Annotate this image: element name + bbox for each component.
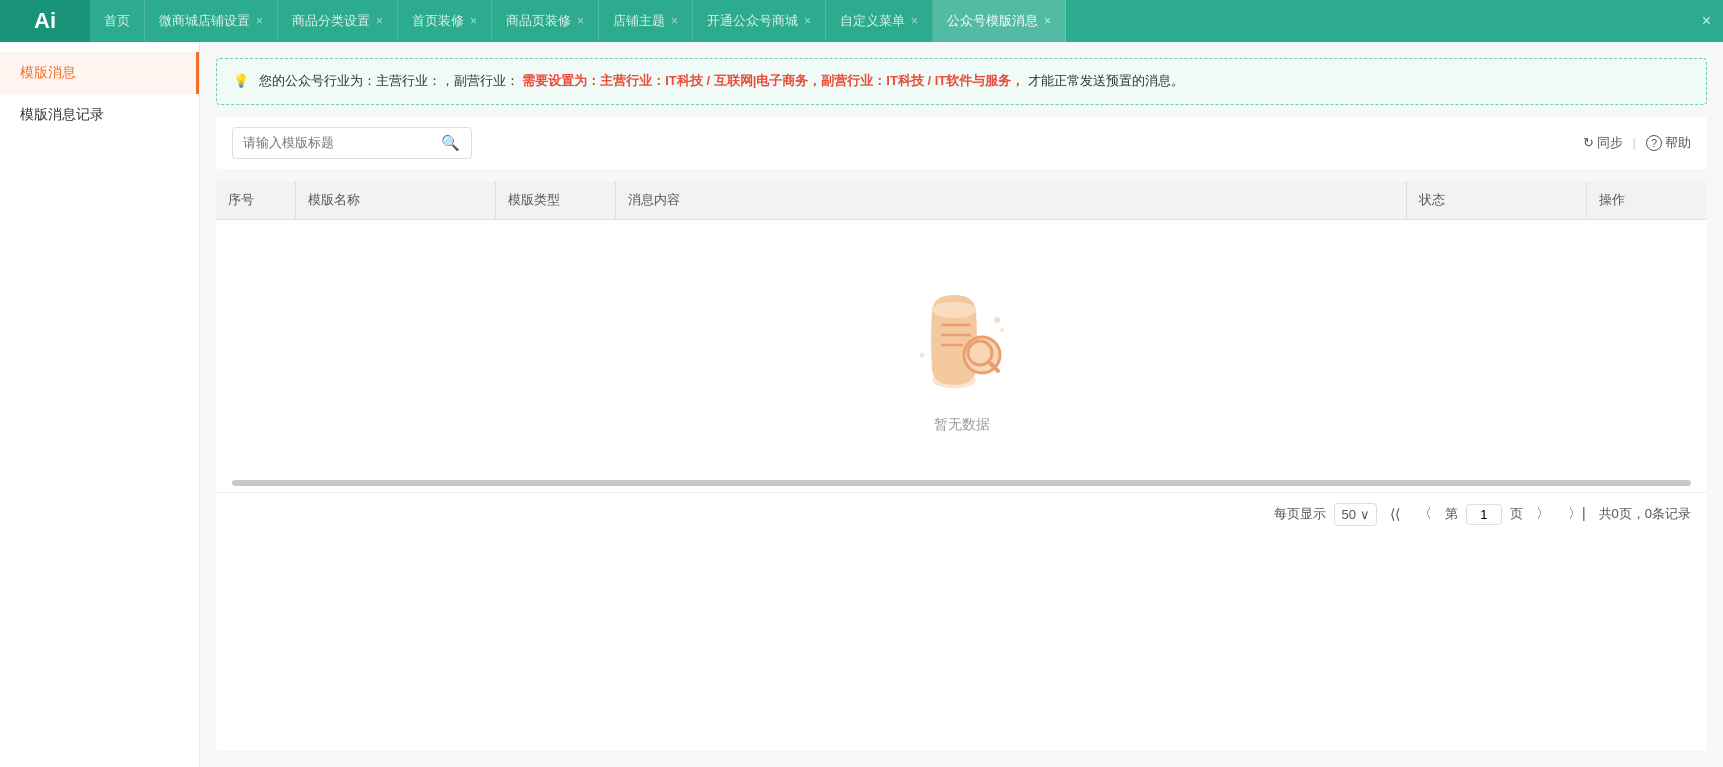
col-name: 模版名称 [296,181,496,219]
toolbar-divider: | [1633,135,1636,150]
prev-page-button[interactable]: 〈 [1413,503,1437,525]
svg-point-10 [919,352,924,357]
tab-template-message-label: 公众号模版消息 [947,12,1038,30]
sidebar: 模版消息 模版消息记录 [0,42,200,767]
notice-prefix: 您的公众号行业为：主营行业：，副营行业： [259,73,519,88]
tab-custom-menu-label: 自定义菜单 [840,12,905,30]
tab-home-label: 首页 [104,12,130,30]
col-status: 状态 [1407,181,1587,219]
svg-point-9 [1000,328,1004,332]
tab-home[interactable]: 首页 [90,0,145,42]
page-size-chevron: ∨ [1360,507,1370,522]
app-logo: Ai [0,0,90,42]
tab-template-message[interactable]: 公众号模版消息 × [933,0,1066,42]
search-input-wrap: 🔍 [232,127,472,159]
tab-product-decoration-close[interactable]: × [577,14,584,28]
sidebar-item-template-msg-label: 模版消息 [20,64,76,80]
toolbar-right: ↻ 同步 | ? 帮助 [1583,134,1691,152]
tab-custom-menu[interactable]: 自定义菜单 × [826,0,933,42]
page-size-label: 每页显示 [1274,505,1326,523]
search-input[interactable] [233,129,433,156]
svg-point-1 [932,302,976,318]
col-content: 消息内容 [616,181,1407,219]
sync-button[interactable]: ↻ 同步 [1583,134,1623,152]
page-suffix: 页 [1510,505,1523,523]
tab-open-mall-close[interactable]: × [804,14,811,28]
next-page-button[interactable]: 〉 [1531,503,1555,525]
tab-store-settings-label: 微商城店铺设置 [159,12,250,30]
data-table: 序号 模版名称 模版类型 消息内容 状态 操作 [216,181,1707,751]
global-close-button[interactable]: × [1702,12,1711,30]
help-label: 帮助 [1665,134,1691,152]
tab-store-theme-close[interactable]: × [671,14,678,28]
scroll-bar-area[interactable] [216,474,1707,492]
total-records: 共0页，0条记录 [1599,505,1691,523]
main-layout: 模版消息 模版消息记录 💡 您的公众号行业为：主营行业：，副营行业： 需要设置为… [0,42,1723,767]
empty-icon [902,280,1022,400]
tab-category-settings[interactable]: 商品分类设置 × [278,0,398,42]
empty-state: 暂无数据 [216,220,1707,474]
notice-bar: 💡 您的公众号行业为：主营行业：，副营行业： 需要设置为：主营行业：IT科技 /… [216,58,1707,105]
sidebar-item-template-msg[interactable]: 模版消息 [0,52,199,94]
page-size-value: 50 [1341,507,1355,522]
tab-home-decoration-label: 首页装修 [412,12,464,30]
table-header: 序号 模版名称 模版类型 消息内容 状态 操作 [216,181,1707,220]
col-index: 序号 [216,181,296,219]
topbar: Ai 首页 微商城店铺设置 × 商品分类设置 × 首页装修 × 商品页装修 × … [0,0,1723,42]
tab-store-settings[interactable]: 微商城店铺设置 × [145,0,278,42]
tab-store-theme-label: 店铺主题 [613,12,665,30]
tab-open-mall-label: 开通公众号商城 [707,12,798,30]
notice-highlight: 需要设置为：主营行业：IT科技 / 互联网|电子商务，副营行业：IT科技 / I… [522,73,1024,88]
tab-product-decoration-label: 商品页装修 [506,12,571,30]
content-area: 💡 您的公众号行业为：主营行业：，副营行业： 需要设置为：主营行业：IT科技 /… [200,42,1723,767]
last-page-button[interactable]: 〉| [1563,503,1591,525]
nav-tabs: 首页 微商城店铺设置 × 商品分类设置 × 首页装修 × 商品页装修 × 店铺主… [90,0,1723,42]
horizontal-scrollbar[interactable] [232,480,1691,486]
tab-home-decoration[interactable]: 首页装修 × [398,0,492,42]
tab-custom-menu-close[interactable]: × [911,14,918,28]
search-button[interactable]: 🔍 [433,128,468,158]
sync-icon: ↻ [1583,135,1594,150]
tab-category-settings-close[interactable]: × [376,14,383,28]
sidebar-item-template-msg-log-label: 模版消息记录 [20,106,104,122]
page-label: 第 [1445,505,1458,523]
tab-category-settings-label: 商品分类设置 [292,12,370,30]
col-action: 操作 [1587,181,1707,219]
tab-store-theme[interactable]: 店铺主题 × [599,0,693,42]
page-size-select[interactable]: 50 ∨ [1334,503,1376,526]
current-page-input[interactable] [1466,504,1502,525]
tab-home-decoration-close[interactable]: × [470,14,477,28]
col-type: 模版类型 [496,181,616,219]
notice-icon: 💡 [233,73,249,88]
first-page-button[interactable]: ⟨⟨ [1385,504,1405,524]
svg-point-8 [994,317,1000,323]
empty-text: 暂无数据 [934,416,990,434]
tab-open-mall[interactable]: 开通公众号商城 × [693,0,826,42]
notice-suffix: 才能正常发送预置的消息。 [1028,73,1184,88]
sidebar-item-template-msg-log[interactable]: 模版消息记录 [0,94,199,136]
tab-store-settings-close[interactable]: × [256,14,263,28]
sync-label: 同步 [1597,134,1623,152]
tab-template-message-close[interactable]: × [1044,14,1051,28]
search-bar: 🔍 ↻ 同步 | ? 帮助 [216,117,1707,169]
help-button[interactable]: ? 帮助 [1646,134,1691,152]
pagination-bar: 每页显示 50 ∨ ⟨⟨ 〈 第 页 〉 〉| 共0页，0条记录 [216,492,1707,536]
tab-product-decoration[interactable]: 商品页装修 × [492,0,599,42]
help-icon: ? [1646,135,1662,151]
